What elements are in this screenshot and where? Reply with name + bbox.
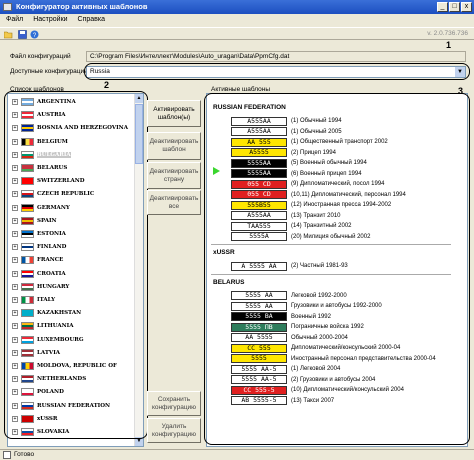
save-icon[interactable]	[18, 30, 27, 39]
menu-file[interactable]: Файл	[6, 14, 23, 26]
status-bar: Готово	[0, 449, 474, 460]
menu-settings[interactable]: Настройки	[33, 14, 67, 26]
title-bar: Конфигуратор активных шаблонов _ □ x	[0, 0, 474, 14]
window-title: Конфигуратор активных шаблонов	[16, 2, 148, 11]
marker-1: 1	[446, 40, 452, 50]
activate-button[interactable]: Активировать шаблон(ы)	[147, 100, 201, 127]
available-configs-label: Доступные конфигурации	[10, 68, 88, 75]
config-file-label: Файл конфигураций	[10, 53, 71, 60]
config-file-path: C:\Program Files\Интеллект\Modules\Auto_…	[86, 51, 466, 62]
minimize-button[interactable]: _	[437, 2, 448, 12]
maximize-button[interactable]: □	[449, 2, 460, 12]
version-label: v. 2.0.736.736	[427, 30, 468, 37]
deactivate-country-button[interactable]: Деактивировать страну	[147, 162, 201, 189]
close-button[interactable]: x	[461, 2, 472, 12]
delete-config-button[interactable]: Удалить конфигурацию	[147, 418, 201, 443]
app-icon	[3, 3, 12, 11]
status-text: Готово	[14, 451, 35, 458]
marker-2: 2	[104, 80, 110, 90]
help-icon[interactable]: ?	[30, 30, 39, 39]
status-icon	[3, 451, 11, 459]
active-templates-label: Активные шаблоны	[211, 86, 270, 93]
menu-bar: Файл Настройки Справка	[0, 14, 474, 26]
highlight-oval-1	[84, 63, 470, 80]
folder-open-icon[interactable]	[4, 30, 13, 39]
highlight-oval-3	[204, 93, 470, 445]
highlight-oval-2	[4, 91, 148, 439]
deactivate-template-button[interactable]: Деактивировать шаблон	[147, 132, 201, 160]
menu-help[interactable]: Справка	[78, 14, 105, 26]
save-config-button[interactable]: Сохранить конфигурацию	[147, 391, 201, 416]
toolbar: ? v. 2.0.736.736	[0, 27, 474, 40]
deactivate-all-button[interactable]: Деактивировать все	[147, 190, 201, 215]
